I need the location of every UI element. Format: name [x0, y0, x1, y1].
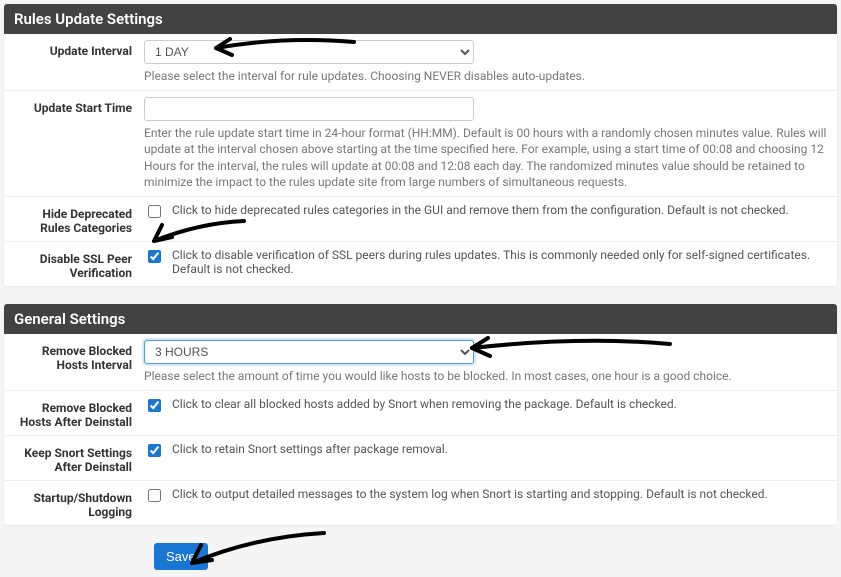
startup-logging-checkbox[interactable]: [148, 489, 161, 502]
general-heading: General Settings: [4, 304, 837, 334]
remove-after-deinstall-label: Remove Blocked Hosts After Deinstall: [4, 397, 144, 429]
keep-settings-label: Keep Snort Settings After Deinstall: [4, 442, 144, 474]
startup-logging-label: Startup/Shutdown Logging: [4, 487, 144, 519]
update-start-time-input[interactable]: [144, 97, 474, 121]
hide-deprecated-desc: Click to hide deprecated rules categorie…: [172, 203, 789, 217]
keep-settings-checkbox[interactable]: [148, 444, 161, 457]
disable-ssl-desc: Click to disable verification of SSL pee…: [172, 248, 827, 276]
arrow-icon: [460, 334, 680, 366]
update-interval-label: Update Interval: [4, 40, 144, 84]
remove-after-deinstall-checkbox[interactable]: [148, 399, 161, 412]
startup-logging-desc: Click to output detailed messages to the…: [172, 487, 768, 501]
save-button[interactable]: Save: [154, 543, 208, 570]
arrow-icon: [184, 527, 344, 577]
update-start-time-label: Update Start Time: [4, 97, 144, 190]
general-settings-panel: General Settings Remove Blocked Hosts In…: [4, 304, 837, 525]
update-interval-select[interactable]: 1 DAY: [144, 40, 474, 64]
disable-ssl-label: Disable SSL Peer Verification: [4, 248, 144, 280]
disable-ssl-checkbox[interactable]: [148, 250, 161, 263]
remove-blocked-interval-label: Remove Blocked Hosts Interval: [4, 340, 144, 384]
rules-heading: Rules Update Settings: [4, 4, 837, 34]
hide-deprecated-label: Hide Deprecated Rules Categories: [4, 203, 144, 235]
remove-blocked-interval-hint: Please select the amount of time you wou…: [144, 368, 827, 384]
update-interval-hint: Please select the interval for rule upda…: [144, 68, 827, 84]
keep-settings-desc: Click to retain Snort settings after pac…: [172, 442, 448, 456]
hide-deprecated-checkbox[interactable]: [148, 205, 161, 218]
remove-after-deinstall-desc: Click to clear all blocked hosts added b…: [172, 397, 677, 411]
rules-update-panel: Rules Update Settings Update Interval 1 …: [4, 4, 837, 286]
remove-blocked-interval-select[interactable]: 3 HOURS: [144, 340, 474, 364]
update-start-time-hint: Enter the rule update start time in 24-h…: [144, 125, 827, 190]
